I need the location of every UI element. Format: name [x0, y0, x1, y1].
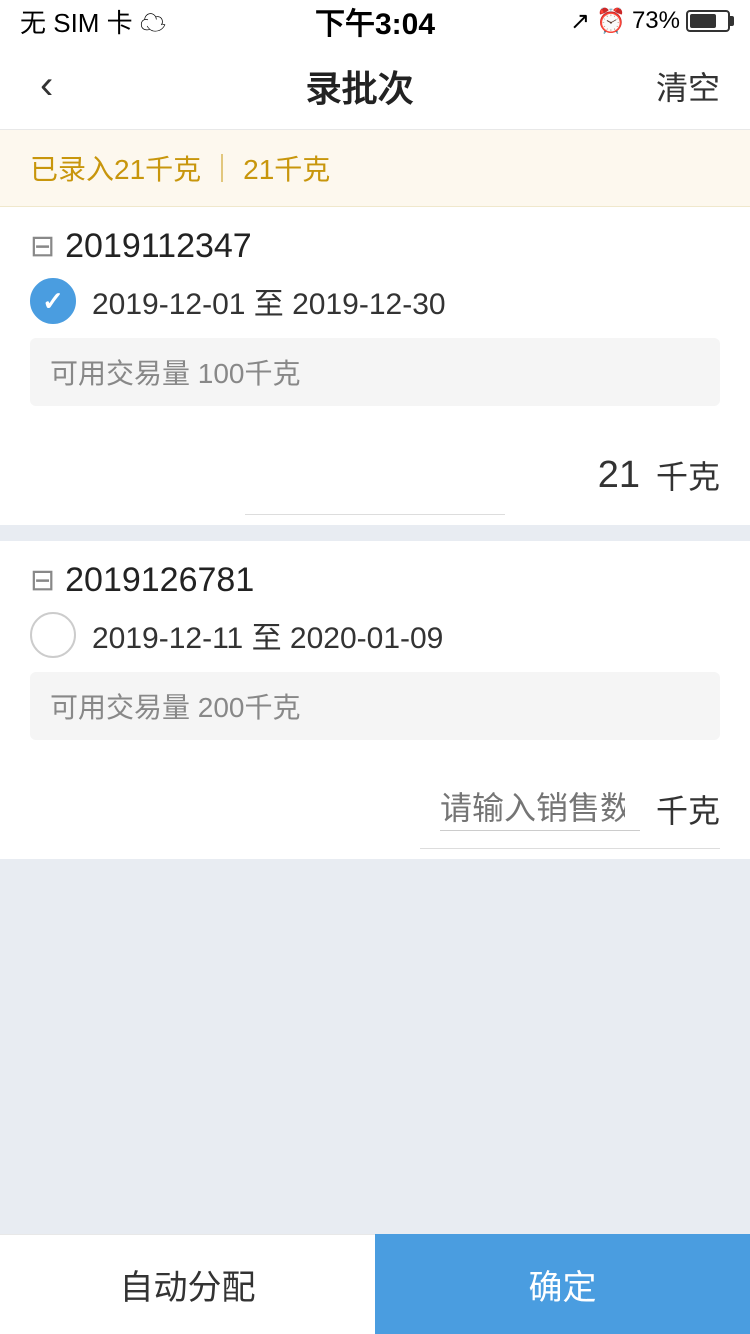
batch-2-available: 可用交易量 200千克	[30, 672, 720, 740]
batch-1-row: 2019-12-01 至 2019-12-30	[30, 278, 720, 324]
batch-card-1: ⊟ 2019112347 2019-12-01 至 2019-12-30 可用交…	[0, 207, 750, 525]
status-right: ↗ ⏰ 73%	[570, 7, 730, 36]
batch-1-unit: 千克	[656, 452, 720, 498]
confirm-button[interactable]: 确定	[375, 1234, 750, 1334]
status-bar: 无 SIM 卡 ☁ 下午3:04 ↗ ⏰ 73%	[0, 0, 750, 42]
divider-1	[245, 514, 505, 515]
batch-card-2: ⊟ 2019126781 2019-12-11 至 2020-01-09 可用交…	[0, 541, 750, 859]
batch-2-unit: 千克	[656, 786, 720, 832]
page-title: 录批次	[306, 60, 414, 112]
clear-button[interactable]: 清空	[656, 63, 720, 109]
info-bar: 已录入21千克 21千克	[0, 130, 750, 207]
batch-1-id: 2019112347	[65, 227, 252, 266]
batch-2-qty-input[interactable]	[440, 787, 640, 831]
entered-amount-value: 21千克	[243, 148, 330, 188]
divider-2	[420, 848, 720, 849]
status-left: 无 SIM 卡 ☁	[20, 3, 166, 40]
batch-2-header: ⊟ 2019126781	[30, 561, 720, 600]
entered-amount-label: 已录入21千克	[30, 148, 201, 188]
location-icon: ↗	[570, 7, 590, 36]
section-divider	[0, 525, 750, 541]
batch-1-qty-value: 21	[598, 454, 640, 497]
batch-2-input-row: 千克	[0, 770, 750, 848]
bottom-bar: 自动分配 确定	[0, 1234, 750, 1334]
back-button[interactable]: ‹	[30, 53, 63, 118]
batch-2-id: 2019126781	[65, 561, 254, 600]
clock-icon: ⏰	[596, 7, 626, 36]
batch-1-input-row: 21 千克	[0, 436, 750, 514]
doc-icon-1: ⊟	[30, 229, 55, 264]
info-divider	[221, 154, 223, 182]
batch-1-available: 可用交易量 100千克	[30, 338, 720, 406]
batch-1-header: ⊟ 2019112347	[30, 227, 720, 266]
auto-distribute-button[interactable]: 自动分配	[0, 1234, 375, 1334]
battery-percent: 73%	[632, 7, 680, 35]
doc-icon-2: ⊟	[30, 563, 55, 598]
batch-2-radio[interactable]	[30, 612, 76, 658]
nav-bar: ‹ 录批次 清空	[0, 42, 750, 130]
battery-icon	[686, 10, 730, 32]
batch-1-date: 2019-12-01 至 2019-12-30	[92, 279, 446, 323]
batch-2-date: 2019-12-11 至 2020-01-09	[92, 613, 443, 657]
batch-1-radio[interactable]	[30, 278, 76, 324]
batch-2-row: 2019-12-11 至 2020-01-09	[30, 612, 720, 658]
status-time: 下午3:04	[315, 0, 435, 43]
sim-label: 无 SIM 卡 ☁	[20, 3, 166, 40]
